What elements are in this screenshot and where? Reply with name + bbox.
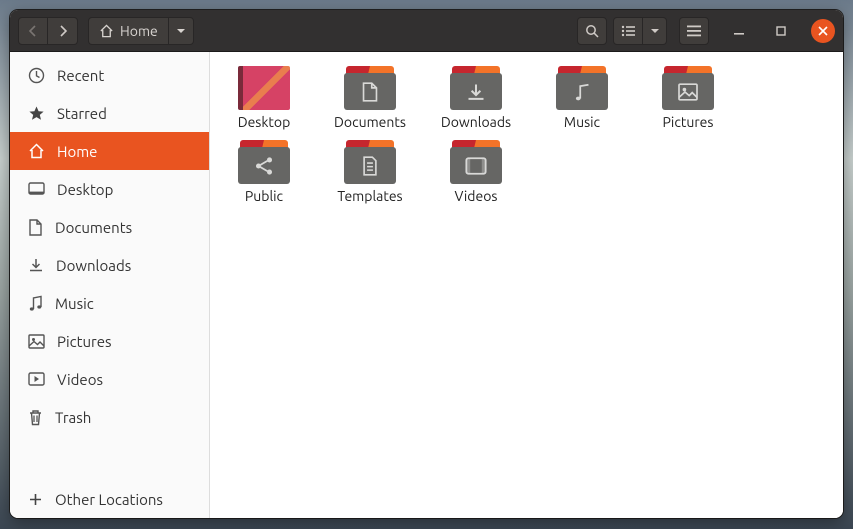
desktop-folder-icon xyxy=(238,66,290,110)
maximize-button[interactable] xyxy=(769,19,793,43)
file-label: Documents xyxy=(334,114,406,130)
pictures-icon xyxy=(28,334,45,349)
sidebar-item-label: Music xyxy=(55,295,94,312)
file-item-pictures[interactable]: Pictures xyxy=(644,66,732,130)
sidebar-item-pictures[interactable]: Pictures xyxy=(10,322,209,360)
videos-glyph-icon xyxy=(465,157,487,175)
sidebar-item-desktop[interactable]: Desktop xyxy=(10,170,209,208)
plus-icon xyxy=(28,492,43,507)
music-glyph-icon xyxy=(573,82,591,102)
file-item-public[interactable]: Public xyxy=(220,140,308,204)
triangle-down-icon xyxy=(650,28,660,34)
file-item-templates[interactable]: Templates xyxy=(326,140,414,204)
file-label: Templates xyxy=(337,188,402,204)
close-icon xyxy=(818,26,828,36)
chevron-left-icon xyxy=(28,25,38,37)
path-bar: Home xyxy=(88,17,194,45)
document-glyph-icon xyxy=(361,82,379,102)
file-item-music[interactable]: Music xyxy=(538,66,626,130)
list-icon xyxy=(621,25,635,37)
minimize-button[interactable] xyxy=(727,19,751,43)
file-label: Desktop xyxy=(238,114,291,130)
music-icon xyxy=(28,295,43,312)
sidebar-item-label: Desktop xyxy=(57,181,113,198)
pictures-glyph-icon xyxy=(677,83,699,101)
share-glyph-icon xyxy=(253,155,275,177)
sidebar-item-starred[interactable]: Starred xyxy=(10,94,209,132)
hamburger-menu-button[interactable] xyxy=(679,17,709,45)
hamburger-icon xyxy=(687,25,701,37)
trash-icon xyxy=(28,409,43,426)
sidebar-item-label: Downloads xyxy=(56,257,131,274)
file-label: Music xyxy=(564,114,600,130)
file-manager-window: Home xyxy=(10,10,843,518)
star-icon xyxy=(28,105,45,122)
home-icon xyxy=(99,24,114,38)
sidebar-item-music[interactable]: Music xyxy=(10,284,209,322)
home-icon xyxy=(28,143,45,159)
sidebar-item-videos[interactable]: Videos xyxy=(10,360,209,398)
sidebar-item-label: Other Locations xyxy=(55,491,163,508)
list-view-button[interactable] xyxy=(613,17,643,45)
desktop-icon xyxy=(28,182,45,197)
sidebar-item-recent[interactable]: Recent xyxy=(10,56,209,94)
folder-icon xyxy=(556,66,608,110)
sidebar-item-label: Pictures xyxy=(57,333,112,350)
clock-icon xyxy=(28,67,45,84)
download-glyph-icon xyxy=(466,82,486,102)
window-body: Recent Starred Home Desktop Documents Do… xyxy=(10,52,843,518)
path-home-button[interactable]: Home xyxy=(88,17,168,45)
folder-icon xyxy=(450,140,502,184)
sidebar-item-downloads[interactable]: Downloads xyxy=(10,246,209,284)
folder-icon xyxy=(450,66,502,110)
titlebar-right-group xyxy=(577,17,835,45)
sidebar-item-trash[interactable]: Trash xyxy=(10,398,209,436)
file-label: Public xyxy=(245,188,283,204)
sidebar-item-label: Documents xyxy=(55,219,132,236)
titlebar: Home xyxy=(10,10,843,52)
folder-icon xyxy=(238,140,290,184)
view-dropdown-button[interactable] xyxy=(643,17,667,45)
file-item-documents[interactable]: Documents xyxy=(326,66,414,130)
path-label: Home xyxy=(120,23,158,39)
file-item-downloads[interactable]: Downloads xyxy=(432,66,520,130)
file-item-videos[interactable]: Videos xyxy=(432,140,520,204)
file-label: Pictures xyxy=(663,114,714,130)
chevron-right-icon xyxy=(58,25,68,37)
sidebar-item-home[interactable]: Home xyxy=(10,132,209,170)
folder-icon xyxy=(344,140,396,184)
sidebar-item-documents[interactable]: Documents xyxy=(10,208,209,246)
file-label: Videos xyxy=(455,188,498,204)
search-icon xyxy=(585,24,599,38)
sidebar-item-label: Home xyxy=(57,143,97,160)
folder-icon xyxy=(344,66,396,110)
minimize-icon xyxy=(734,26,744,36)
videos-icon xyxy=(28,372,45,386)
file-grid: Desktop Documents Download xyxy=(210,52,843,518)
document-icon xyxy=(28,219,43,236)
triangle-down-icon xyxy=(176,28,186,34)
sidebar-item-label: Recent xyxy=(57,67,104,84)
sidebar-item-label: Videos xyxy=(57,371,103,388)
forward-button[interactable] xyxy=(48,17,78,45)
maximize-icon xyxy=(776,26,786,36)
search-button[interactable] xyxy=(577,17,607,45)
back-button[interactable] xyxy=(18,17,48,45)
sidebar-item-label: Trash xyxy=(55,409,91,426)
templates-glyph-icon xyxy=(360,156,380,176)
file-label: Downloads xyxy=(441,114,511,130)
close-button[interactable] xyxy=(811,19,835,43)
download-icon xyxy=(28,257,44,273)
sidebar-item-other-locations[interactable]: Other Locations xyxy=(10,480,209,518)
file-item-desktop[interactable]: Desktop xyxy=(220,66,308,130)
path-dropdown-button[interactable] xyxy=(168,17,194,45)
folder-icon xyxy=(662,66,714,110)
sidebar-item-label: Starred xyxy=(57,105,107,122)
nav-group xyxy=(18,17,78,45)
sidebar: Recent Starred Home Desktop Documents Do… xyxy=(10,52,210,518)
view-mode-group xyxy=(613,17,667,45)
